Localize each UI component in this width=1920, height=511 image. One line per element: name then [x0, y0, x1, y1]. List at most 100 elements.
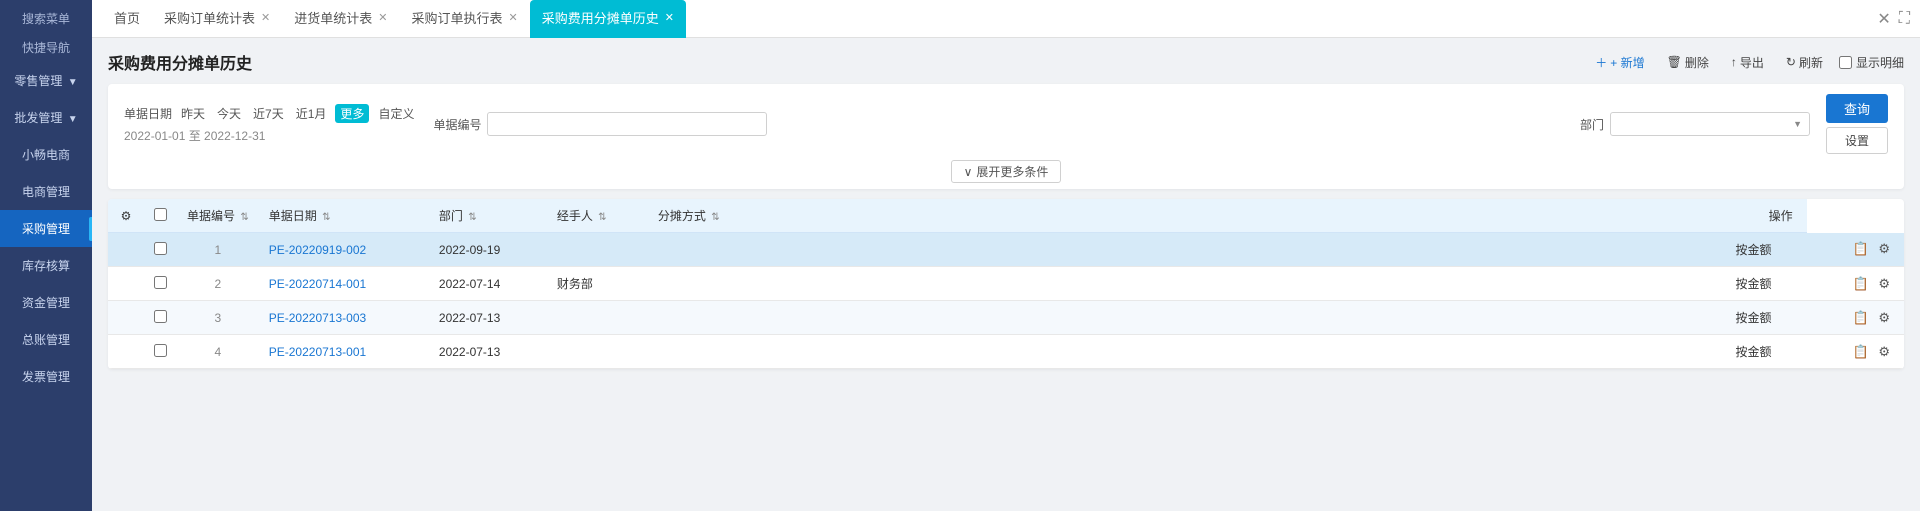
th-handler[interactable]: 经手人 ⇅: [547, 199, 648, 233]
row-checkbox[interactable]: [154, 344, 167, 357]
doc-no-input[interactable]: [487, 112, 767, 136]
show-columns-checkbox[interactable]: [1839, 56, 1852, 69]
td-ops: 📋 ⚙: [1807, 233, 1904, 267]
shortcut-1month[interactable]: 近1月: [293, 104, 330, 123]
shortcut-custom[interactable]: 自定义: [375, 104, 417, 123]
shortcut-today[interactable]: 今天: [214, 104, 244, 123]
tab-purchase-exec[interactable]: 采购订单执行表 ✕: [399, 0, 529, 38]
data-table: ⚙ 单据编号 ⇅ 单据日期 ⇅ 部门: [108, 199, 1904, 369]
more-icon[interactable]: ⚙: [1878, 241, 1890, 256]
tab-purchase-stats[interactable]: 采购订单统计表 ✕: [152, 0, 282, 38]
shortcut-yesterday[interactable]: 昨天: [178, 104, 208, 123]
td-dept: [547, 301, 648, 335]
tab-cost-allocation-history[interactable]: 采购费用分摊单历史 ✕: [530, 0, 686, 38]
search-button[interactable]: 查询: [1826, 94, 1888, 123]
td-doc-no: PE-20220713-001: [259, 335, 429, 369]
row-checkbox[interactable]: [154, 276, 167, 289]
td-doc-date: 2022-07-13: [429, 335, 547, 369]
td-setting: [108, 267, 144, 301]
table-row: 3 PE-20220713-003 2022-07-13 按金额 📋 ⚙: [108, 301, 1904, 335]
expand-row: ∨ 展开更多条件: [124, 160, 1888, 183]
doc-no-filter: 单据编号: [433, 112, 1564, 136]
delete-button[interactable]: 🗑 删除: [1661, 51, 1715, 74]
td-handler: [648, 301, 1726, 335]
sidebar-item-finance[interactable]: 资金管理: [0, 284, 92, 321]
close-icon[interactable]: ✕: [261, 11, 270, 24]
th-doc-no[interactable]: 单据编号 ⇅: [177, 199, 259, 233]
sidebar: 搜索菜单 快捷导航 零售管理 ▼ 批发管理 ▼ 小畅电商 电商管理 采购管理 库…: [0, 0, 92, 511]
th-dept[interactable]: 部门 ⇅: [429, 199, 547, 233]
doc-no-link[interactable]: PE-20220919-002: [269, 243, 366, 257]
sidebar-item-quick-nav[interactable]: 快捷导航: [0, 33, 92, 62]
main-area: 首页 采购订单统计表 ✕ 进货单统计表 ✕ 采购订单执行表 ✕ 采购费用分摊单历…: [92, 0, 1920, 511]
page-content: 采购费用分摊单历史 ＋ + 新增 🗑 删除 ↑ 导出 ↻ 刷新: [92, 38, 1920, 511]
tab-bar-actions: ✕ ⛶: [1877, 9, 1910, 29]
td-doc-date: 2022-07-13: [429, 301, 547, 335]
table-row: 1 PE-20220919-002 2022-09-19 按金额 📋 ⚙: [108, 233, 1904, 267]
close-icon[interactable]: ✕: [665, 11, 674, 24]
filter-row: 单据日期 昨天 今天 近7天 近1月 更多 自定义 2022-01-01 至 2…: [124, 94, 1888, 154]
sidebar-item-wholesale[interactable]: 批发管理 ▼: [0, 99, 92, 136]
dept-filter: 部门 财务部: [1580, 112, 1810, 136]
shortcut-more[interactable]: 更多: [335, 104, 369, 123]
td-doc-no: PE-20220714-001: [259, 267, 429, 301]
doc-no-link[interactable]: PE-20220713-003: [269, 311, 366, 325]
chevron-icon: ▼: [68, 114, 78, 125]
th-setting[interactable]: ⚙: [108, 199, 144, 233]
fullscreen-icon[interactable]: ⛶: [1899, 10, 1910, 28]
expand-button[interactable]: ∨ 展开更多条件: [951, 160, 1062, 183]
view-icon[interactable]: 📋: [1853, 310, 1869, 325]
td-alloc-method: 按金额: [1725, 233, 1806, 267]
date-label: 单据日期: [124, 105, 172, 122]
view-icon[interactable]: 📋: [1853, 241, 1869, 256]
td-ops: 📋 ⚙: [1807, 335, 1904, 369]
td-alloc-method: 按金额: [1725, 335, 1806, 369]
tab-home[interactable]: 首页: [102, 0, 152, 38]
close-icon[interactable]: ✕: [509, 11, 518, 24]
table-row: 2 PE-20220714-001 2022-07-14 财务部 按金额 📋 ⚙: [108, 267, 1904, 301]
th-doc-date[interactable]: 单据日期 ⇅: [259, 199, 429, 233]
sidebar-item-search-menu[interactable]: 搜索菜单: [0, 0, 92, 33]
td-dept: [547, 233, 648, 267]
add-button[interactable]: ＋ + 新增: [1589, 51, 1650, 74]
more-icon[interactable]: ⚙: [1878, 310, 1890, 325]
sidebar-item-ecommerce[interactable]: 电商管理: [0, 173, 92, 210]
sort-icon: ⇅: [598, 212, 606, 223]
close-window-icon[interactable]: ✕: [1877, 9, 1890, 29]
setting-button[interactable]: 设置: [1826, 127, 1888, 154]
sidebar-item-ecommerce-small[interactable]: 小畅电商: [0, 136, 92, 173]
td-ops: 📋 ⚙: [1807, 267, 1904, 301]
sort-icon: ⇅: [711, 212, 719, 223]
shortcut-7days[interactable]: 近7天: [250, 104, 287, 123]
row-checkbox[interactable]: [154, 310, 167, 323]
td-setting: [108, 335, 144, 369]
td-checkbox: [144, 267, 177, 301]
table-row: 4 PE-20220713-001 2022-07-13 按金额 📋 ⚙: [108, 335, 1904, 369]
export-button[interactable]: ↑ 导出: [1725, 51, 1770, 74]
td-alloc-method: 按金额: [1725, 301, 1806, 335]
view-icon[interactable]: 📋: [1853, 344, 1869, 359]
td-handler: [648, 267, 1726, 301]
view-icon[interactable]: 📋: [1853, 276, 1869, 291]
dept-select[interactable]: 财务部: [1610, 112, 1810, 136]
row-checkbox[interactable]: [154, 242, 167, 255]
sidebar-item-invoice[interactable]: 发票管理: [0, 358, 92, 395]
date-range-value: 2022-01-01 至 2022-12-31: [124, 127, 417, 144]
tab-inbound-stats[interactable]: 进货单统计表 ✕: [282, 0, 399, 38]
sidebar-item-inventory[interactable]: 库存核算: [0, 247, 92, 284]
more-icon[interactable]: ⚙: [1878, 276, 1890, 291]
more-icon[interactable]: ⚙: [1878, 344, 1890, 359]
sidebar-item-general-ledger[interactable]: 总账管理: [0, 321, 92, 358]
select-all-checkbox[interactable]: [154, 208, 167, 221]
refresh-button[interactable]: ↻ 刷新: [1780, 51, 1829, 74]
doc-no-label: 单据编号: [433, 116, 481, 133]
sort-icon: ⇅: [322, 212, 330, 223]
doc-no-link[interactable]: PE-20220713-001: [269, 345, 366, 359]
doc-no-link[interactable]: PE-20220714-001: [269, 277, 366, 291]
show-columns-toggle[interactable]: 显示明细: [1839, 54, 1904, 71]
th-alloc-method[interactable]: 分摊方式 ⇅: [648, 199, 1726, 233]
close-icon[interactable]: ✕: [378, 11, 387, 24]
sidebar-item-retail[interactable]: 零售管理 ▼: [0, 62, 92, 99]
sidebar-item-purchase[interactable]: 采购管理: [0, 210, 92, 247]
page-header: 采购费用分摊单历史 ＋ + 新增 🗑 删除 ↑ 导出 ↻ 刷新: [108, 50, 1904, 74]
